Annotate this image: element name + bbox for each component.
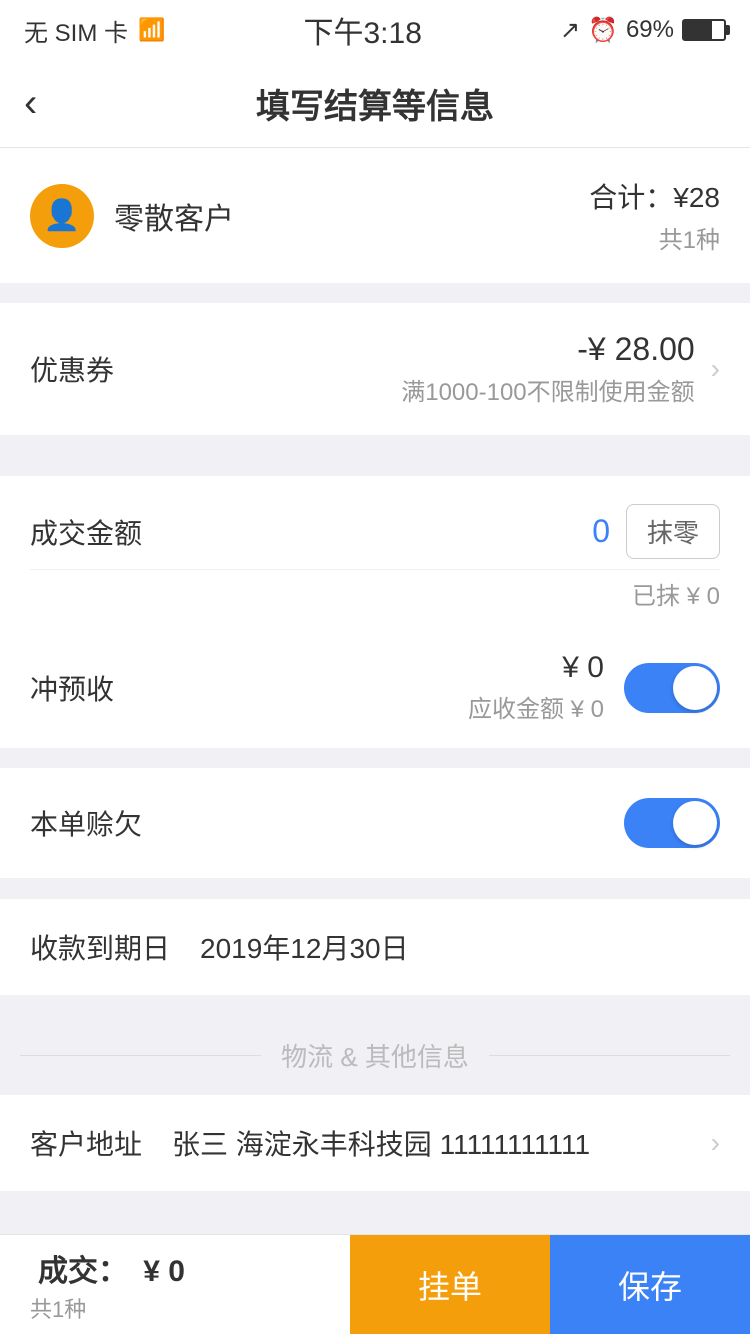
debt-section: 本单赊欠 — [0, 768, 750, 878]
transaction-label: 成交金额 — [30, 512, 142, 552]
logistics-text: 物流 & 其他信息 — [281, 1037, 469, 1074]
pre-payment-right: ¥ 0 应收金额 ¥ 0 — [468, 651, 720, 724]
pre-payment-amount: ¥ 0 — [468, 651, 604, 685]
divider-2 — [0, 748, 750, 768]
avatar: 👤 — [30, 184, 94, 248]
bottom-transaction: 成交： ¥ 0 — [30, 1246, 320, 1290]
status-bar: 无 SIM 卡 📶 下午3:18 ↗ ⏰ 69% — [0, 0, 750, 60]
pre-payment-label: 冲预收 — [30, 668, 114, 708]
debt-toggle-thumb — [673, 801, 717, 845]
wifi-icon: 📶 — [138, 17, 165, 43]
customer-right: 合计：¥28 共1种 — [589, 176, 720, 255]
hold-button[interactable]: 挂单 — [350, 1235, 550, 1334]
logistics-line-left — [20, 1055, 261, 1056]
location-icon: ↗ — [560, 16, 580, 45]
due-date-label: 收款到期日 — [30, 927, 170, 967]
coupon-label: 优惠券 — [30, 349, 114, 389]
divider-3 — [0, 995, 750, 1015]
customer-row: 👤 零散客户 合计：¥28 共1种 — [0, 148, 750, 283]
page-title: 填写结算等信息 — [256, 79, 494, 128]
address-label: 客户地址 — [30, 1123, 142, 1163]
bottom-transaction-value: ¥ 0 — [143, 1255, 185, 1288]
avatar-icon: 👤 — [43, 198, 80, 233]
due-date-value: 2019年12月30日 — [200, 927, 409, 967]
transaction-value: 0 — [592, 513, 610, 550]
battery-icon — [682, 19, 726, 41]
divider-1 — [0, 456, 750, 476]
transaction-value-wrap: 0 抹零 — [592, 504, 720, 559]
debt-row: 本单赊欠 — [30, 798, 720, 848]
bottom-info: 成交： ¥ 0 共1种 — [0, 1246, 350, 1324]
debt-toggle[interactable] — [624, 798, 720, 848]
round-btn[interactable]: 抹零 — [626, 504, 720, 559]
bottom-bar: 成交： ¥ 0 共1种 挂单 保存 — [0, 1234, 750, 1334]
pre-payment-toggle[interactable] — [624, 663, 720, 713]
save-button[interactable]: 保存 — [550, 1235, 750, 1334]
address-value: 张三 海淀永丰科技园 11111111111 — [172, 1123, 711, 1163]
bottom-transaction-label: 成交： — [38, 1255, 128, 1288]
pre-payment-row: 冲预收 ¥ 0 应收金额 ¥ 0 — [30, 627, 720, 748]
logistics-line-right — [489, 1055, 730, 1056]
back-button[interactable]: ‹ — [24, 81, 37, 126]
debt-label: 本单赊欠 — [30, 803, 142, 843]
pre-payment-note: 应收金额 ¥ 0 — [468, 689, 604, 724]
carrier-text: 无 SIM 卡 — [24, 13, 128, 48]
nav-bar: ‹ 填写结算等信息 — [0, 60, 750, 148]
address-chevron-icon: › — [711, 1127, 720, 1159]
bottom-count: 共1种 — [30, 1292, 320, 1324]
logistics-divider: 物流 & 其他信息 — [0, 1015, 750, 1095]
customer-name: 零散客户 — [114, 194, 234, 238]
coupon-note: 满1000-100不限制使用金额 — [401, 372, 694, 407]
alarm-icon: ⏰ — [588, 16, 618, 45]
transaction-sub: 已抹 ¥ 0 — [30, 570, 720, 627]
chevron-right-icon: › — [711, 353, 720, 385]
transaction-section: 成交金额 0 抹零 已抹 ¥ 0 冲预收 ¥ 0 应收金额 ¥ 0 — [0, 476, 750, 748]
battery-text: 69% — [626, 16, 674, 44]
coupon-right: -¥ 28.00 满1000-100不限制使用金额 › — [401, 331, 720, 407]
status-right: ↗ ⏰ 69% — [560, 16, 726, 45]
pre-amount-col: ¥ 0 应收金额 ¥ 0 — [468, 651, 604, 724]
coupon-amount: -¥ 28.00 — [401, 331, 694, 368]
address-row[interactable]: 客户地址 张三 海淀永丰科技园 11111111111 › — [0, 1095, 750, 1191]
customer-total: 合计：¥28 — [589, 176, 720, 216]
due-date-row[interactable]: 收款到期日 2019年12月30日 — [0, 898, 750, 995]
customer-count: 共1种 — [589, 220, 720, 255]
toggle-thumb — [673, 666, 717, 710]
customer-left: 👤 零散客户 — [30, 184, 234, 248]
status-time: 下午3:18 — [303, 8, 421, 52]
transaction-amount-row: 成交金额 0 抹零 — [30, 476, 720, 570]
status-left: 无 SIM 卡 📶 — [24, 13, 165, 48]
content-area: 👤 零散客户 合计：¥28 共1种 优惠券 -¥ 28.00 满1000-100… — [0, 148, 750, 1331]
coupon-col: -¥ 28.00 满1000-100不限制使用金额 — [401, 331, 694, 407]
coupon-row[interactable]: 优惠券 -¥ 28.00 满1000-100不限制使用金额 › — [0, 303, 750, 436]
